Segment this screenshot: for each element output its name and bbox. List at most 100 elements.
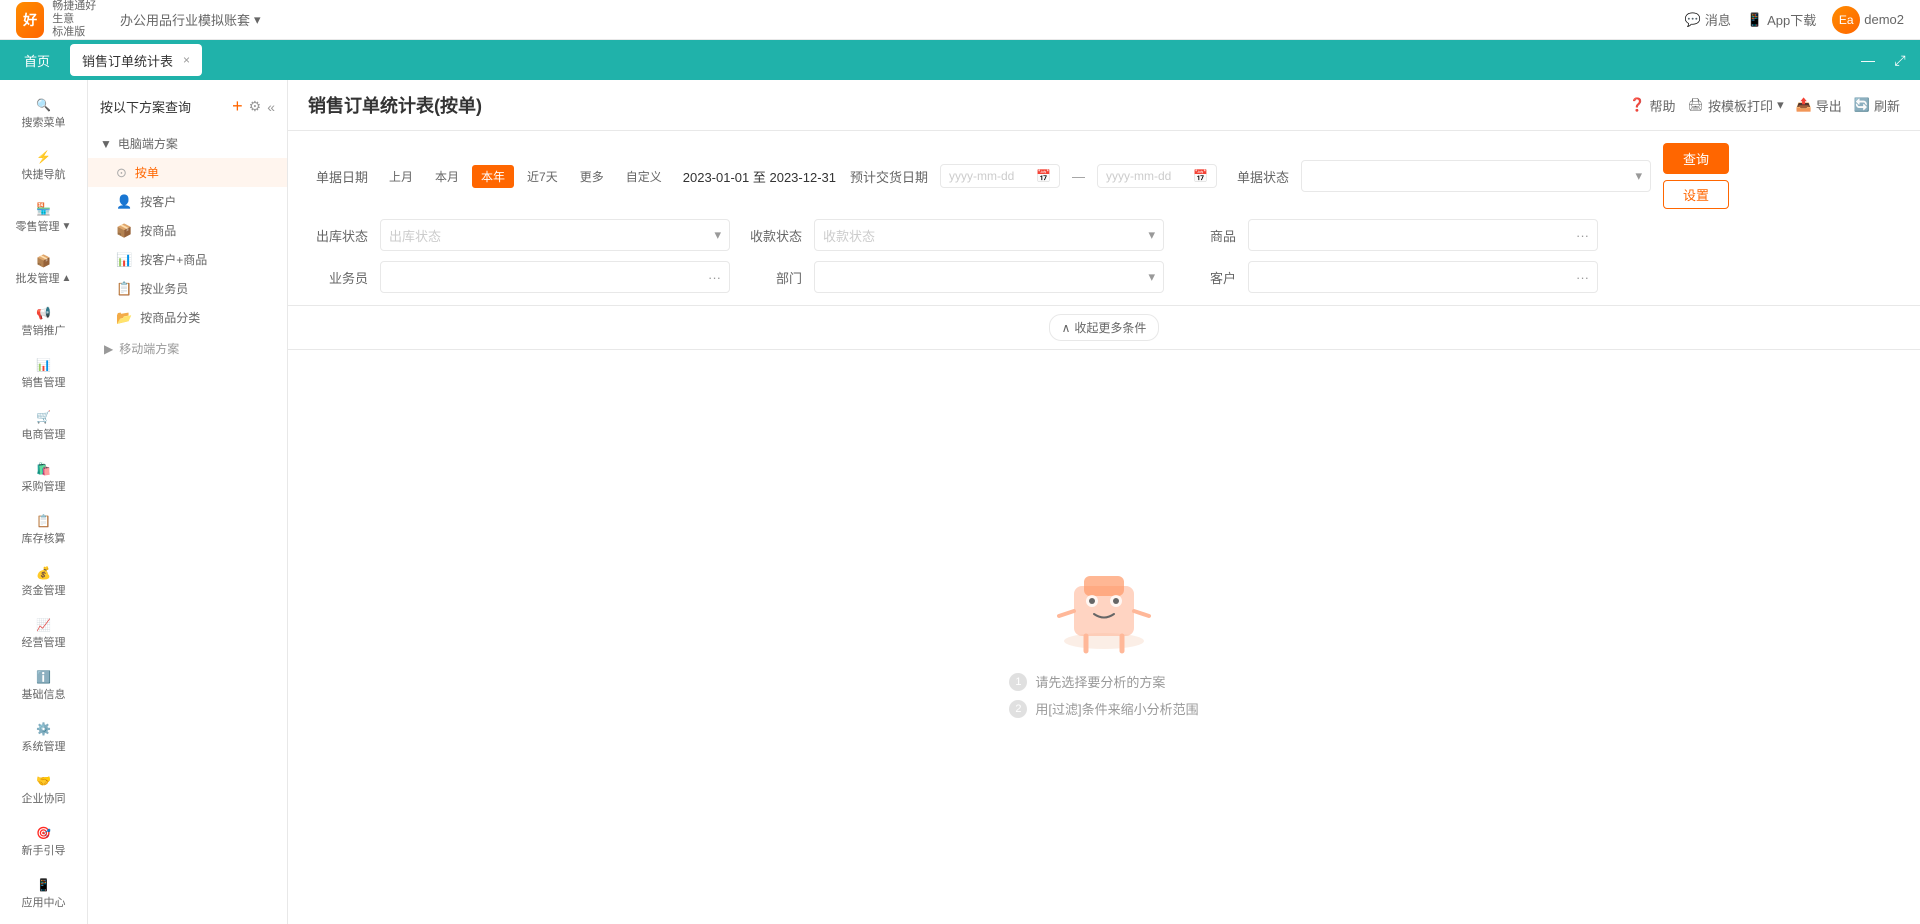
date-label: 单据日期 [308,167,368,186]
page-header: 销售订单统计表(按单) ❓ 帮助 🖨 按模板打印 ▾ 📤 导出 [288,80,1920,131]
settings-scheme-btn[interactable]: ⚙ [249,98,262,115]
sidebar-item-retail[interactable]: 🏪 零售管理 ▼ [0,192,87,244]
retail-icon: 🏪 [36,202,51,216]
query-btn[interactable]: 查询 [1663,143,1729,174]
scheme-by-customer-icon: 👤 [116,194,132,210]
filter-section: 单据日期 上月 本月 本年 近7天 更多 自定义 2023-01-01 至 20… [288,131,1920,306]
scheme-item-by-order[interactable]: ⊙ 按单 [88,158,287,187]
product-input[interactable]: ··· [1248,219,1598,251]
breadcrumb-select[interactable]: 办公用品行业模拟账套 ▾ [120,10,261,29]
collapse-bar: ∧ 收起更多条件 [288,306,1920,350]
marketing-icon: 📢 [36,306,51,320]
download-icon: 📱 [1747,12,1763,28]
bill-status-label: 单据状态 [1229,167,1289,186]
salesperson-input[interactable]: ··· [380,261,730,293]
date-btn-last-month[interactable]: 上月 [380,165,422,188]
scheme-item-by-product[interactable]: 📦 按商品 [88,216,287,245]
expected-date-from-input[interactable]: yyyy-mm-dd 📅 [940,164,1060,188]
left-panel-title: 按以下方案查询 [100,97,191,116]
customer-dots-icon: ··· [1576,270,1589,285]
scheme-desktop-group: ▼ 电脑端方案 ⊙ 按单 👤 按客户 📦 按商品 📊 按客户+商品 [88,125,287,336]
sales-icon: 📊 [36,358,51,372]
bill-status-select[interactable]: ▾ [1301,160,1651,192]
collapse-btn[interactable]: ∧ 收起更多条件 [1049,314,1160,341]
expected-date-from-placeholder: yyyy-mm-dd [949,169,1014,183]
message-btn[interactable]: 💬 消息 [1685,10,1731,29]
date-btn-more[interactable]: 更多 [571,165,613,188]
scheme-mobile-label: 移动端方案 [119,340,179,357]
scheme-item-by-salesperson[interactable]: 📋 按业务员 [88,274,287,303]
sidebar-item-marketing[interactable]: 📢 营销推广 [0,296,87,348]
sidebar-item-purchase[interactable]: 🛍️ 采购管理 [0,452,87,504]
wholesale-arrow-icon: ▲ [62,273,72,284]
tab-sales-report[interactable]: 销售订单统计表 × [70,44,202,76]
expected-date-to-input[interactable]: yyyy-mm-dd 📅 [1097,164,1217,188]
sidebar-item-wholesale[interactable]: 📦 批发管理 ▲ [0,244,87,296]
inventory-icon: 📋 [36,514,51,528]
setting-btn[interactable]: 设置 [1663,180,1729,209]
expand-btn[interactable]: ⤢ [1888,48,1912,72]
logo-text: 畅捷通好生意 标准版 [52,0,104,39]
left-panel: 按以下方案查询 + ⚙ « ▼ 电脑端方案 ⊙ 按单 👤 按客户 [88,80,288,924]
collapse-panel-btn[interactable]: « [267,99,275,115]
export-btn[interactable]: 📤 导出 [1796,96,1842,115]
sidebar-item-finance[interactable]: 💰 资金管理 [0,556,87,608]
scheme-desktop-group-header[interactable]: ▼ 电脑端方案 [88,129,287,158]
customer-input[interactable]: ··· [1248,261,1598,293]
print-arrow-icon: ▾ [1777,97,1784,113]
department-arrow-icon: ▾ [1148,269,1155,285]
sidebar-item-wxenterprise[interactable]: 💬 企业微信 [0,920,87,924]
filter-row-3: 业务员 ··· 部门 ▾ 客户 ··· [308,261,1900,293]
sidebar-item-newuser[interactable]: 🎯 新手引导 [0,816,87,868]
page-title: 销售订单统计表(按单) [308,92,482,118]
sidebar-item-enterprise[interactable]: 🤝 企业协同 [0,764,87,816]
ship-status-select[interactable]: 出库状态 ▾ [380,219,730,251]
scheme-by-category-icon: 📂 [116,310,132,326]
sidebar-item-search[interactable]: 🔍 搜索菜单 [0,88,87,140]
sidebar-item-quicknav[interactable]: ⚡ 快捷导航 [0,140,87,192]
ship-status-value: 出库状态 [389,226,441,245]
product-label: 商品 [1176,226,1236,245]
main-sidebar: 🔍 搜索菜单 ⚡ 快捷导航 🏪 零售管理 ▼ 📦 批发管理 ▲ 📢 营销推广 [0,80,88,924]
tab-home[interactable]: 首页 [8,40,66,80]
message-icon: 💬 [1685,12,1701,28]
right-content: 销售订单统计表(按单) ❓ 帮助 🖨 按模板打印 ▾ 📤 导出 [288,80,1920,924]
hint-num-1: 1 [1009,673,1027,691]
date-shortcuts: 上月 本月 本年 近7天 更多 自定义 [380,165,671,188]
help-btn[interactable]: ❓ 帮助 [1629,96,1675,115]
template-print-btn[interactable]: 🖨 按模板打印 ▾ [1688,96,1784,115]
bill-status-arrow-icon: ▾ [1635,168,1642,184]
scheme-item-by-category[interactable]: 📂 按商品分类 [88,303,287,332]
minimize-btn[interactable]: — [1856,48,1880,72]
date-btn-this-month[interactable]: 本月 [426,165,468,188]
date-btn-this-year[interactable]: 本年 [472,165,514,188]
content-area: 按以下方案查询 + ⚙ « ▼ 电脑端方案 ⊙ 按单 👤 按客户 [88,80,1920,924]
empty-illustration [1044,556,1164,656]
add-scheme-btn[interactable]: + [232,96,243,117]
sidebar-item-ops[interactable]: 📈 经营管理 [0,608,87,660]
sidebar-item-sales[interactable]: 📊 销售管理 [0,348,87,400]
retail-arrow-icon: ▼ [62,221,72,232]
tab-close-icon[interactable]: × [183,53,190,67]
logo-area: 好 畅捷通好生意 标准版 [16,0,104,39]
sidebar-item-basic[interactable]: ℹ️ 基础信息 [0,660,87,712]
scheme-item-by-customer-product[interactable]: 📊 按客户+商品 [88,245,287,274]
top-right: 💬 消息 📱 App下载 Ea demo2 [1685,6,1904,34]
date-btn-custom[interactable]: 自定义 [617,165,671,188]
sidebar-item-system[interactable]: ⚙️ 系统管理 [0,712,87,764]
sidebar-item-inventory[interactable]: 📋 库存核算 [0,504,87,556]
date-btn-last-7-days[interactable]: 近7天 [518,165,567,188]
scheme-mobile-group-header[interactable]: ▶ 移动端方案 [88,336,287,361]
scheme-item-by-customer[interactable]: 👤 按客户 [88,187,287,216]
ecommerce-icon: 🛒 [36,410,51,424]
user-menu[interactable]: Ea demo2 [1832,6,1904,34]
expected-date-label: 预计交货日期 [848,167,928,186]
sidebar-item-appcenter[interactable]: 📱 应用中心 [0,868,87,920]
collect-status-select[interactable]: 收款状态 ▾ [814,219,1164,251]
sidebar-item-ecommerce[interactable]: 🛒 电商管理 [0,400,87,452]
app-download-btn[interactable]: 📱 App下载 [1747,10,1816,29]
refresh-btn[interactable]: 🔄 刷新 [1854,96,1900,115]
department-select[interactable]: ▾ [814,261,1164,293]
date-range-display: 2023-01-01 至 2023-12-31 [683,167,836,186]
main-layout: 🔍 搜索菜单 ⚡ 快捷导航 🏪 零售管理 ▼ 📦 批发管理 ▲ 📢 营销推广 [0,80,1920,924]
